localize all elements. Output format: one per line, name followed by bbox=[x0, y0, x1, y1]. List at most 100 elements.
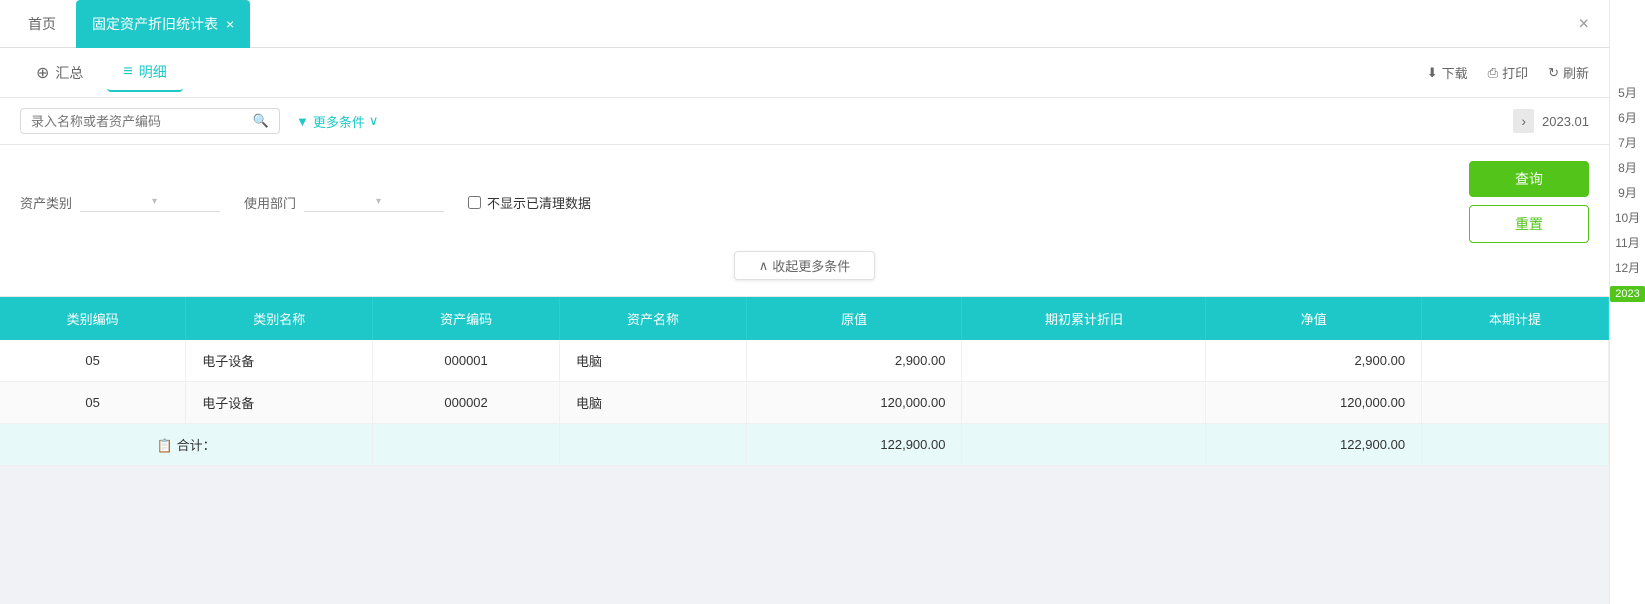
department-arrow-icon: ▾ bbox=[376, 196, 436, 207]
total-net-value: 122,900.00 bbox=[1206, 424, 1422, 466]
total-accumulated-dep bbox=[962, 424, 1206, 466]
cell-asset-name: 电脑 bbox=[560, 340, 747, 382]
print-icon: ⎙ bbox=[1488, 65, 1498, 81]
col-asset-code: 资产编码 bbox=[373, 297, 560, 340]
col-category-name: 类别名称 bbox=[186, 297, 373, 340]
sub-tabs-actions: ⬇ 下载 ⎙ 打印 ↻ 刷新 bbox=[1427, 63, 1589, 82]
chevron-down-icon: ∨ bbox=[369, 113, 379, 129]
year-badge: 2023 bbox=[1610, 286, 1645, 302]
cell-asset-code: 000001 bbox=[373, 340, 560, 382]
sidebar-month-item[interactable]: 5月 bbox=[1611, 80, 1644, 105]
refresh-label: 刷新 bbox=[1563, 63, 1589, 82]
col-category-code: 类别编码 bbox=[0, 297, 186, 340]
tab-close-icon[interactable]: × bbox=[226, 16, 234, 32]
col-current-dep: 本期计提 bbox=[1422, 297, 1609, 340]
search-wrap: 🔍 bbox=[20, 108, 280, 134]
table-row: 05 电子设备 000001 电脑 2,900.00 2,900.00 bbox=[0, 340, 1609, 382]
sidebar-month-item[interactable]: 12月 bbox=[1611, 255, 1644, 280]
filter-bar: 🔍 ▼ 更多条件 ∨ › 2023.01 bbox=[0, 98, 1609, 145]
collapse-arrow-icon: ∧ bbox=[759, 258, 769, 274]
exclude-cleared-checkbox[interactable] bbox=[468, 196, 481, 209]
table-header-row: 类别编码 类别名称 资产编码 资产名称 原值 期初累计折旧 净值 本期计提 bbox=[0, 297, 1609, 340]
sidebar-month-item[interactable]: 9月 bbox=[1611, 180, 1644, 205]
tab-summary-label: 汇总 bbox=[55, 63, 83, 83]
home-tab[interactable]: 首页 bbox=[16, 6, 68, 42]
sidebar-month-item[interactable]: 11月 bbox=[1611, 230, 1644, 255]
sub-tabs-bar: ⊕ 汇总 ≡ 明细 ⬇ 下载 ⎙ 打印 ↻ 刷新 bbox=[0, 48, 1609, 98]
collapse-label: 收起更多条件 bbox=[772, 256, 850, 275]
col-asset-name: 资产名称 bbox=[560, 297, 747, 340]
total-asset-code bbox=[373, 424, 560, 466]
sub-tabs-left: ⊕ 汇总 ≡ 明细 bbox=[20, 54, 183, 92]
exclude-cleared-label: 不显示已清理数据 bbox=[487, 193, 591, 212]
total-current-dep bbox=[1422, 424, 1609, 466]
total-original-value: 122,900.00 bbox=[746, 424, 962, 466]
tab-detail-label: 明细 bbox=[139, 62, 167, 82]
collapse-button[interactable]: ∧ 收起更多条件 bbox=[734, 251, 876, 280]
tab-label: 固定资产折旧统计表 bbox=[92, 14, 218, 34]
date-nav: › 2023.01 bbox=[1513, 109, 1589, 133]
cell-category-code: 05 bbox=[0, 340, 186, 382]
main-tab[interactable]: 固定资产折旧统计表 × bbox=[76, 0, 250, 48]
reset-button[interactable]: 重置 bbox=[1469, 205, 1589, 243]
print-label: 打印 bbox=[1502, 63, 1528, 82]
cell-original-value: 2,900.00 bbox=[746, 340, 962, 382]
sidebar-month-item[interactable]: 6月 bbox=[1611, 105, 1644, 130]
filter-buttons: 查询 重置 bbox=[1469, 161, 1589, 243]
window-close-icon[interactable]: × bbox=[1578, 13, 1589, 34]
col-accumulated-dep: 期初累计折旧 bbox=[962, 297, 1206, 340]
filter-icon: ▼ bbox=[296, 114, 309, 129]
data-table: 类别编码 类别名称 资产编码 资产名称 原值 期初累计折旧 净值 本期计提 05… bbox=[0, 297, 1609, 466]
data-table-container: 类别编码 类别名称 资产编码 资产名称 原值 期初累计折旧 净值 本期计提 05… bbox=[0, 297, 1609, 466]
col-original-value: 原值 bbox=[746, 297, 962, 340]
query-button[interactable]: 查询 bbox=[1469, 161, 1589, 197]
search-input[interactable] bbox=[31, 114, 249, 129]
sidebar-month-item[interactable]: 7月 bbox=[1611, 130, 1644, 155]
asset-category-field: 资产类别 ▾ bbox=[20, 192, 220, 212]
department-select[interactable]: ▾ bbox=[304, 192, 444, 212]
print-button[interactable]: ⎙ 打印 bbox=[1488, 63, 1528, 82]
detail-icon: ≡ bbox=[123, 63, 132, 81]
cell-category-code: 05 bbox=[0, 382, 186, 424]
department-field: 使用部门 ▾ bbox=[244, 192, 444, 212]
collapse-row: ∧ 收起更多条件 bbox=[20, 243, 1589, 288]
col-net-value: 净值 bbox=[1206, 297, 1422, 340]
asset-category-select[interactable]: ▾ bbox=[80, 192, 220, 212]
nav-arrow-button[interactable]: › bbox=[1513, 109, 1534, 133]
top-bar: 首页 固定资产折旧统计表 × × bbox=[0, 0, 1609, 48]
download-label: 下载 bbox=[1442, 63, 1468, 82]
cell-asset-name: 电脑 bbox=[560, 382, 747, 424]
cell-category-name: 电子设备 bbox=[186, 340, 373, 382]
cell-asset-code: 000002 bbox=[373, 382, 560, 424]
cell-current-dep bbox=[1422, 340, 1609, 382]
tab-summary[interactable]: ⊕ 汇总 bbox=[20, 55, 99, 91]
cell-net-value: 2,900.00 bbox=[1206, 340, 1422, 382]
department-label: 使用部门 bbox=[244, 193, 296, 212]
asset-category-label: 资产类别 bbox=[20, 193, 72, 212]
table-total-row: 📋合计： 122,900.00 122,900.00 bbox=[0, 424, 1609, 466]
refresh-button[interactable]: ↻ 刷新 bbox=[1548, 63, 1589, 82]
download-icon: ⬇ bbox=[1427, 65, 1438, 81]
more-conditions-button[interactable]: ▼ 更多条件 ∨ bbox=[296, 112, 378, 131]
asset-category-arrow-icon: ▾ bbox=[152, 196, 212, 207]
right-sidebar: 5月6月7月8月9月10月11月12月 2023 bbox=[1609, 0, 1645, 604]
more-conditions-label: 更多条件 bbox=[313, 112, 365, 131]
table-row: 05 电子设备 000002 电脑 120,000.00 120,000.00 bbox=[0, 382, 1609, 424]
search-icon[interactable]: 🔍 bbox=[253, 113, 269, 129]
cell-net-value: 120,000.00 bbox=[1206, 382, 1422, 424]
current-date: 2023.01 bbox=[1542, 114, 1589, 129]
cell-category-name: 电子设备 bbox=[186, 382, 373, 424]
download-button[interactable]: ⬇ 下载 bbox=[1427, 63, 1468, 82]
sidebar-month-item[interactable]: 10月 bbox=[1611, 205, 1644, 230]
total-label: 📋合计： bbox=[0, 424, 373, 466]
tab-detail[interactable]: ≡ 明细 bbox=[107, 54, 182, 92]
summary-icon: ⊕ bbox=[36, 63, 49, 83]
exclude-cleared-wrap: 不显示已清理数据 bbox=[468, 193, 591, 212]
sidebar-month-item[interactable]: 8月 bbox=[1611, 155, 1644, 180]
total-asset-name bbox=[560, 424, 747, 466]
cell-accumulated-dep bbox=[962, 340, 1206, 382]
cell-original-value: 120,000.00 bbox=[746, 382, 962, 424]
cell-accumulated-dep bbox=[962, 382, 1206, 424]
advanced-filter: 资产类别 ▾ 使用部门 ▾ 不显示已清理数据 查询 重置 bbox=[0, 145, 1609, 297]
cell-current-dep bbox=[1422, 382, 1609, 424]
